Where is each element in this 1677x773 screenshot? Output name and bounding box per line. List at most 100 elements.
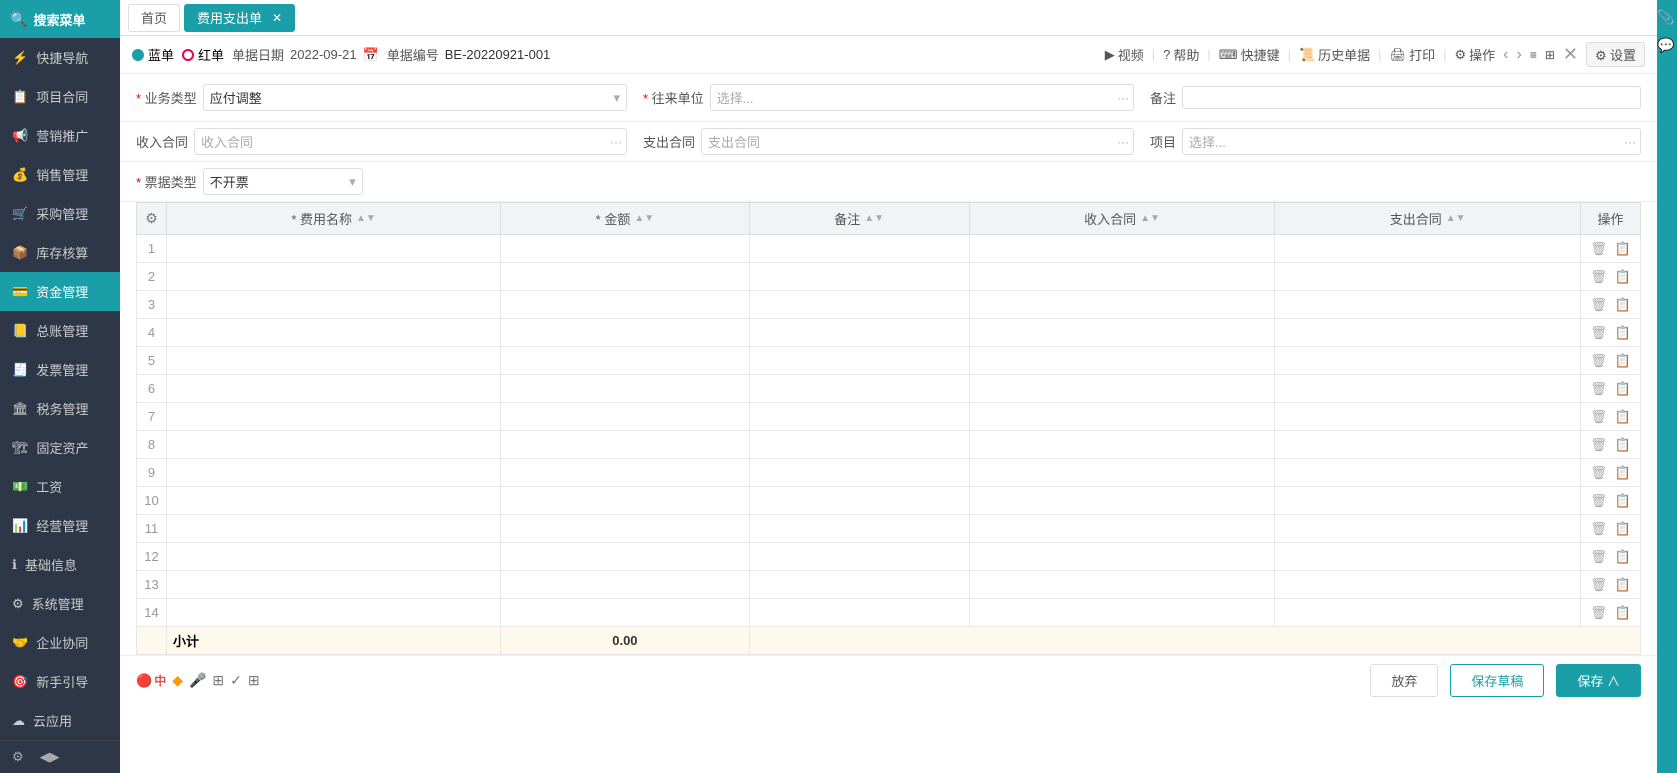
sidebar-item-invoice[interactable]: 🧾发票管理: [0, 350, 120, 389]
cell-expense-contract-4[interactable]: [1275, 319, 1581, 347]
sort-arrows-remark[interactable]: ▲▼: [864, 215, 884, 223]
radio-red[interactable]: 红单: [182, 45, 224, 64]
sidebar-item-operations[interactable]: 📊经营管理: [0, 506, 120, 545]
cell-amount-3[interactable]: [501, 291, 750, 319]
delete-icon-8[interactable]: 🗑: [1590, 437, 1607, 452]
sidebar-item-fund[interactable]: 💳资金管理: [0, 272, 120, 311]
settings-icon[interactable]: ⚙: [12, 749, 24, 765]
cell-amount-8[interactable]: [501, 431, 750, 459]
copy-icon-14[interactable]: 📋: [1614, 605, 1630, 620]
copy-icon-13[interactable]: 📋: [1614, 577, 1630, 592]
sort-arrows-expense-contract[interactable]: ▲▼: [1446, 215, 1466, 223]
copy-icon-8[interactable]: 📋: [1614, 437, 1630, 452]
cell-remark-12[interactable]: [749, 543, 969, 571]
list-view-btn2[interactable]: ⊞: [1545, 48, 1555, 62]
footer-icon-mic[interactable]: 🎤: [189, 672, 206, 689]
project-dots[interactable]: ···: [1620, 135, 1640, 149]
delete-icon-2[interactable]: 🗑: [1590, 269, 1607, 284]
cell-income-7[interactable]: [969, 403, 1275, 431]
cell-expense-name-4[interactable]: [167, 319, 501, 347]
cell-expense-name-3[interactable]: [167, 291, 501, 319]
sidebar-item-project-contract[interactable]: 📋项目合同: [0, 77, 120, 116]
cell-amount-9[interactable]: [501, 459, 750, 487]
save-draft-button[interactable]: 保存草稿: [1450, 664, 1544, 697]
project-input[interactable]: 选择...: [1183, 129, 1620, 154]
cell-remark-10[interactable]: [749, 487, 969, 515]
cell-amount-7[interactable]: [501, 403, 750, 431]
cell-expense-contract-8[interactable]: [1275, 431, 1581, 459]
delete-icon-3[interactable]: 🗑: [1590, 297, 1607, 312]
cell-income-5[interactable]: [969, 347, 1275, 375]
history-btn[interactable]: 📜 历史单据: [1299, 45, 1370, 64]
table-gear-icon[interactable]: ⚙: [145, 210, 158, 226]
sidebar-item-basic-info[interactable]: ℹ基础信息: [0, 545, 120, 584]
cell-expense-contract-10[interactable]: [1275, 487, 1581, 515]
cell-amount-5[interactable]: [501, 347, 750, 375]
delete-icon-4[interactable]: 🗑: [1590, 325, 1607, 340]
cell-remark-4[interactable]: [749, 319, 969, 347]
delete-icon-10[interactable]: 🗑: [1590, 493, 1607, 508]
sidebar-item-new-guide[interactable]: 🎯新手引导: [0, 662, 120, 701]
income-contract-input[interactable]: 收入合同: [195, 129, 606, 154]
radio-blue[interactable]: 蓝单: [132, 45, 174, 64]
remark-input[interactable]: [1182, 86, 1641, 109]
expense-contract-input[interactable]: 支出合同: [702, 129, 1113, 154]
cell-income-8[interactable]: [969, 431, 1275, 459]
footer-icon-app[interactable]: ⊞: [248, 672, 260, 689]
copy-icon-4[interactable]: 📋: [1614, 325, 1630, 340]
cell-amount-10[interactable]: [501, 487, 750, 515]
next-btn[interactable]: ›: [1516, 46, 1521, 64]
cell-expense-name-8[interactable]: [167, 431, 501, 459]
shortcut-btn[interactable]: ⌨ 快捷键: [1219, 45, 1280, 64]
cell-remark-5[interactable]: [749, 347, 969, 375]
close-window-btn[interactable]: ✕: [1563, 44, 1578, 65]
cell-expense-name-11[interactable]: [167, 515, 501, 543]
delete-icon-1[interactable]: 🗑: [1590, 241, 1607, 256]
income-contract-dots[interactable]: ···: [606, 135, 626, 149]
delete-icon-11[interactable]: 🗑: [1590, 521, 1607, 536]
cell-amount-6[interactable]: [501, 375, 750, 403]
copy-icon-9[interactable]: 📋: [1614, 465, 1630, 480]
calendar-icon[interactable]: 📅: [363, 47, 379, 63]
cell-remark-1[interactable]: [749, 235, 969, 263]
cell-expense-contract-1[interactable]: [1275, 235, 1581, 263]
cell-expense-contract-13[interactable]: [1275, 571, 1581, 599]
print-btn[interactable]: 🖨 打印: [1390, 45, 1436, 64]
volume-icon[interactable]: ◀▶: [40, 749, 60, 765]
cell-expense-contract-3[interactable]: [1275, 291, 1581, 319]
sidebar-item-inventory[interactable]: 📦库存核算: [0, 233, 120, 272]
cell-expense-contract-5[interactable]: [1275, 347, 1581, 375]
sidebar-item-salary[interactable]: 💵工资: [0, 467, 120, 506]
prev-btn[interactable]: ‹: [1503, 46, 1508, 64]
col-config[interactable]: ⚙: [137, 203, 167, 235]
cell-expense-name-12[interactable]: [167, 543, 501, 571]
cell-income-4[interactable]: [969, 319, 1275, 347]
help-btn[interactable]: ? 帮助: [1163, 45, 1199, 64]
cell-amount-11[interactable]: [501, 515, 750, 543]
cell-amount-4[interactable]: [501, 319, 750, 347]
copy-icon-7[interactable]: 📋: [1614, 409, 1630, 424]
partner-input[interactable]: 选择...: [711, 85, 1113, 110]
cell-expense-name-2[interactable]: [167, 263, 501, 291]
cell-income-6[interactable]: [969, 375, 1275, 403]
delete-icon-7[interactable]: 🗑: [1590, 409, 1607, 424]
cell-income-14[interactable]: [969, 599, 1275, 627]
cell-expense-name-14[interactable]: [167, 599, 501, 627]
cell-remark-11[interactable]: [749, 515, 969, 543]
cell-expense-contract-2[interactable]: [1275, 263, 1581, 291]
cell-remark-8[interactable]: [749, 431, 969, 459]
delete-icon-6[interactable]: 🗑: [1590, 381, 1607, 396]
cell-remark-7[interactable]: [749, 403, 969, 431]
cell-income-1[interactable]: [969, 235, 1275, 263]
sort-arrows-expense[interactable]: ▲▼: [356, 215, 376, 223]
cell-expense-name-13[interactable]: [167, 571, 501, 599]
cell-expense-contract-11[interactable]: [1275, 515, 1581, 543]
cell-expense-contract-7[interactable]: [1275, 403, 1581, 431]
cell-expense-contract-6[interactable]: [1275, 375, 1581, 403]
cell-remark-6[interactable]: [749, 375, 969, 403]
delete-icon-12[interactable]: 🗑: [1590, 549, 1607, 564]
cell-income-3[interactable]: [969, 291, 1275, 319]
bill-type-value[interactable]: 不开票: [210, 172, 349, 191]
sidebar-item-system[interactable]: ⚙系统管理: [0, 584, 120, 623]
action-btn[interactable]: ⚙ 操作: [1454, 45, 1495, 64]
